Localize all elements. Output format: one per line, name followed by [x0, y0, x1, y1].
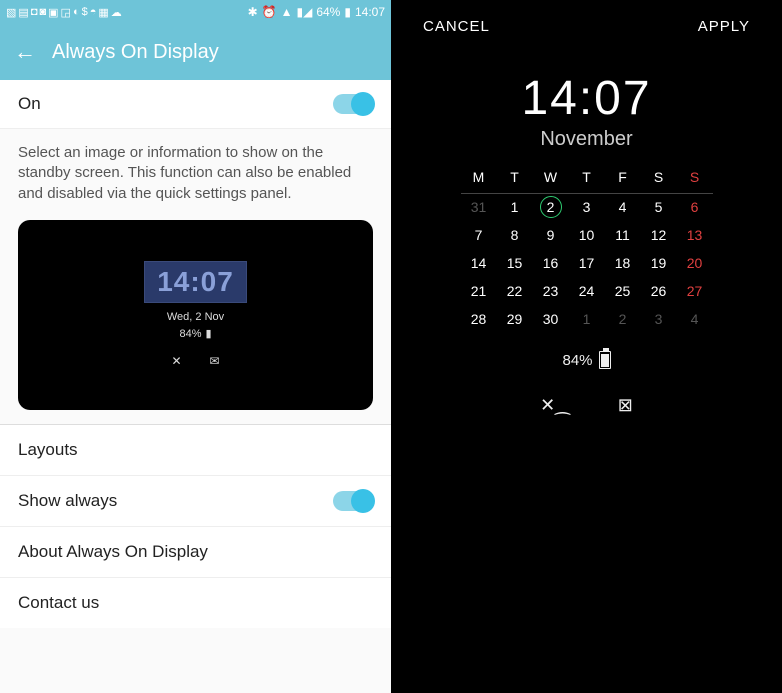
notif-icon: ▦: [98, 6, 108, 19]
status-bar: ▧ ▤ ◘ ◙ ▣ ◲ ◐ $ ◓ ▦ ☁ ✱ ⏰ ▲ ▮◢ 64% ▮ 14:…: [0, 0, 391, 24]
calendar-day[interactable]: 16: [533, 249, 569, 277]
aod-time: 14:07: [521, 71, 651, 126]
message-icon: ✉: [210, 354, 220, 368]
back-icon[interactable]: ←: [14, 39, 36, 65]
dow-header: T: [569, 165, 605, 193]
calendar-day[interactable]: 30: [533, 305, 569, 333]
layouts-row[interactable]: Layouts: [0, 424, 391, 475]
notif-icon: ▤: [18, 6, 28, 19]
calendar-day[interactable]: 8: [497, 221, 533, 249]
battery-icon: [599, 351, 611, 369]
about-row[interactable]: About Always On Display: [0, 526, 391, 577]
alarm-icon: ⏰: [262, 5, 277, 19]
notif-icon: ▧: [6, 6, 16, 19]
calendar-day[interactable]: 21: [461, 277, 497, 305]
bluetooth-icon: ✱: [248, 5, 258, 19]
notif-icon: ▣: [48, 6, 58, 19]
cancel-button[interactable]: CANCEL: [423, 18, 490, 35]
calendar-day[interactable]: 23: [533, 277, 569, 305]
calendar-day[interactable]: 4: [605, 193, 641, 221]
calendar-day[interactable]: 20: [677, 249, 713, 277]
contact-row[interactable]: Contact us: [0, 577, 391, 628]
missed-call-icon: ✕: [171, 354, 181, 368]
calendar-day[interactable]: 5: [641, 193, 677, 221]
calendar-day[interactable]: 17: [569, 249, 605, 277]
calendar-day[interactable]: 28: [461, 305, 497, 333]
calendar-day[interactable]: 13: [677, 221, 713, 249]
dow-header: S: [677, 165, 713, 193]
battery-icon: ▮: [344, 5, 351, 19]
status-icons-left: ▧ ▤ ◘ ◙ ▣ ◲ ◐ $ ◓ ▦ ☁: [6, 6, 122, 19]
notif-icon: ◲: [61, 6, 71, 19]
notif-icon: $: [82, 6, 88, 19]
signal-icon: ▮◢: [296, 5, 312, 19]
calendar-day[interactable]: 6: [677, 193, 713, 221]
aod-battery: 84%: [562, 351, 610, 369]
show-always-label: Show always: [18, 491, 117, 511]
dow-header: T: [497, 165, 533, 193]
aod-month: November: [540, 128, 632, 151]
calendar-day[interactable]: 9: [533, 221, 569, 249]
aod-notif-icons: ✕⁔ ⊠: [540, 395, 633, 416]
app-header: ← Always On Display: [0, 24, 391, 80]
calendar-day[interactable]: 15: [497, 249, 533, 277]
calendar: MTWTFSS 31123456789101112131415161718192…: [461, 165, 713, 333]
on-toggle[interactable]: [333, 94, 373, 114]
notif-icon: ◓: [90, 6, 97, 19]
notif-icon: ◙: [39, 6, 46, 19]
calendar-day[interactable]: 11: [605, 221, 641, 249]
notif-icon: ◘: [31, 6, 38, 19]
calendar-day[interactable]: 10: [569, 221, 605, 249]
show-always-toggle[interactable]: [333, 491, 373, 511]
calendar-day[interactable]: 27: [677, 277, 713, 305]
calendar-day[interactable]: 29: [497, 305, 533, 333]
page-title: Always On Display: [52, 41, 219, 64]
calendar-day[interactable]: 7: [461, 221, 497, 249]
preview-clock: 14:07: [144, 261, 247, 303]
wifi-icon: ▲: [281, 5, 293, 19]
calendar-day[interactable]: 3: [569, 193, 605, 221]
notif-icon: ◐: [73, 6, 80, 19]
dow-header: S: [641, 165, 677, 193]
show-always-row[interactable]: Show always: [0, 475, 391, 526]
calendar-day[interactable]: 12: [641, 221, 677, 249]
battery-icon: ▮: [205, 327, 211, 340]
calendar-day[interactable]: 24: [569, 277, 605, 305]
missed-call-icon: ✕⁔: [540, 395, 570, 416]
notif-icon: ☁: [111, 6, 122, 19]
aod-apply-screen: CANCEL APPLY 14:07 November MTWTFSS 3112…: [391, 0, 782, 693]
preview-battery: 84%▮: [179, 327, 211, 340]
calendar-day[interactable]: 14: [461, 249, 497, 277]
calendar-day[interactable]: 22: [497, 277, 533, 305]
settings-screen: ▧ ▤ ◘ ◙ ▣ ◲ ◐ $ ◓ ▦ ☁ ✱ ⏰ ▲ ▮◢ 64% ▮ 14:…: [0, 0, 391, 693]
calendar-day[interactable]: 2: [533, 193, 569, 221]
status-icons-right: ✱ ⏰ ▲ ▮◢ 64% ▮ 14:07: [248, 5, 385, 19]
calendar-day[interactable]: 1: [497, 193, 533, 221]
on-label: On: [18, 94, 41, 114]
calendar-day[interactable]: 19: [641, 249, 677, 277]
calendar-day[interactable]: 31: [461, 193, 497, 221]
aod-preview[interactable]: 14:07 Wed, 2 Nov 84%▮ ✕ ✉: [18, 220, 373, 410]
battery-pct: 64%: [316, 5, 340, 19]
apply-button[interactable]: APPLY: [698, 18, 750, 35]
preview-notif-icons: ✕ ✉: [171, 354, 219, 368]
calendar-day[interactable]: 1: [569, 305, 605, 333]
clock: 14:07: [355, 5, 385, 19]
calendar-day[interactable]: 26: [641, 277, 677, 305]
calendar-day[interactable]: 4: [677, 305, 713, 333]
dow-header: F: [605, 165, 641, 193]
dow-header: W: [533, 165, 569, 193]
calendar-day[interactable]: 3: [641, 305, 677, 333]
on-toggle-row[interactable]: On: [0, 80, 391, 129]
calendar-day[interactable]: 2: [605, 305, 641, 333]
calendar-day[interactable]: 25: [605, 277, 641, 305]
message-icon: ⊠: [618, 395, 633, 416]
dow-header: M: [461, 165, 497, 193]
calendar-day[interactable]: 18: [605, 249, 641, 277]
description-text: Select an image or information to show o…: [0, 129, 391, 214]
preview-date: Wed, 2 Nov: [167, 311, 224, 323]
